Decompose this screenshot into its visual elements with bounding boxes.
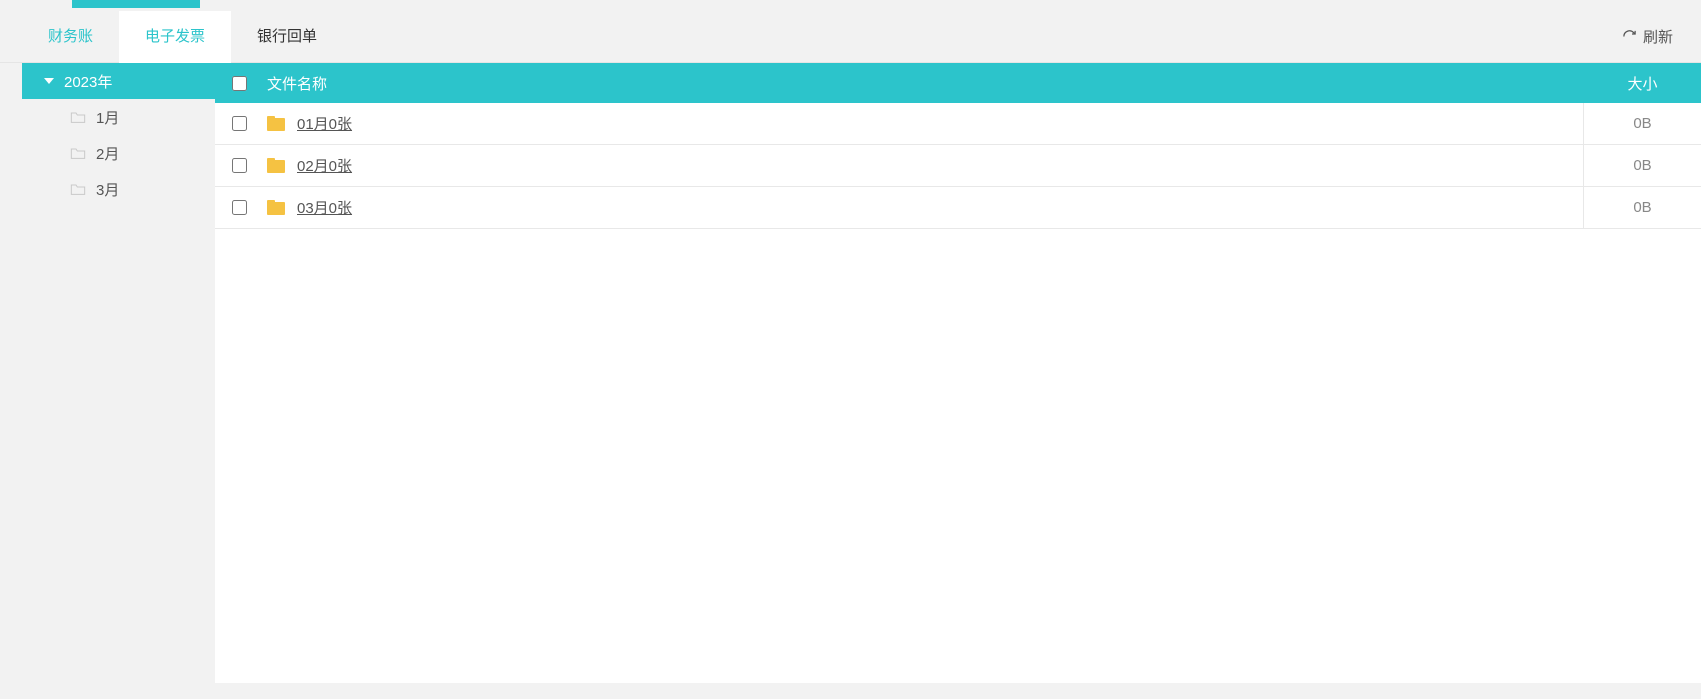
top-bar — [0, 0, 1701, 11]
folder-icon — [267, 158, 285, 173]
folder-outline-icon — [70, 110, 86, 124]
file-table: 文件名称 大小 01月0张 0B 02月0张 0B — [215, 63, 1701, 683]
table-row: 02月0张 0B — [215, 145, 1701, 187]
tab-einvoice[interactable]: 电子发票 — [119, 11, 231, 63]
table-header: 文件名称 大小 — [215, 63, 1701, 103]
body-area: 2023年 1月 2月 3月 文件名称 大小 0 — [0, 63, 1701, 683]
row-checkbox[interactable] — [232, 116, 247, 131]
file-name-link[interactable]: 02月0张 — [297, 155, 352, 176]
file-name-link[interactable]: 03月0张 — [297, 197, 352, 218]
table-row: 01月0张 0B — [215, 103, 1701, 145]
sidebar-month-item[interactable]: 3月 — [0, 171, 215, 207]
header-checkbox-cell — [215, 73, 263, 94]
sidebar-month-item[interactable]: 1月 — [0, 99, 215, 135]
sidebar: 2023年 1月 2月 3月 — [0, 63, 215, 683]
sidebar-month-item[interactable]: 2月 — [0, 135, 215, 171]
row-checkbox[interactable] — [232, 158, 247, 173]
file-size: 0B — [1583, 187, 1701, 228]
sidebar-month-label: 3月 — [96, 179, 119, 200]
refresh-label: 刷新 — [1643, 26, 1673, 47]
row-checkbox[interactable] — [232, 200, 247, 215]
refresh-icon — [1622, 29, 1637, 44]
select-all-checkbox[interactable] — [232, 76, 247, 91]
folder-outline-icon — [70, 146, 86, 160]
tab-finance[interactable]: 财务账 — [22, 11, 119, 63]
folder-icon — [267, 116, 285, 131]
header-name: 文件名称 — [263, 73, 1583, 94]
file-size: 0B — [1583, 145, 1701, 186]
file-size: 0B — [1583, 103, 1701, 144]
sidebar-month-label: 1月 — [96, 107, 119, 128]
table-row: 03月0张 0B — [215, 187, 1701, 229]
chevron-down-icon — [44, 78, 54, 84]
top-accent-indicator — [72, 0, 200, 8]
file-name-link[interactable]: 01月0张 — [297, 113, 352, 134]
folder-icon — [267, 200, 285, 215]
header-size: 大小 — [1583, 73, 1701, 94]
sidebar-month-label: 2月 — [96, 143, 119, 164]
sidebar-year-label: 2023年 — [64, 71, 112, 92]
tabs: 财务账 电子发票 银行回单 — [22, 11, 343, 63]
header-row: 财务账 电子发票 银行回单 刷新 — [0, 11, 1701, 63]
folder-outline-icon — [70, 182, 86, 196]
tab-bank-receipt[interactable]: 银行回单 — [231, 11, 343, 63]
refresh-button[interactable]: 刷新 — [1622, 26, 1673, 47]
sidebar-year-node[interactable]: 2023年 — [22, 63, 215, 99]
